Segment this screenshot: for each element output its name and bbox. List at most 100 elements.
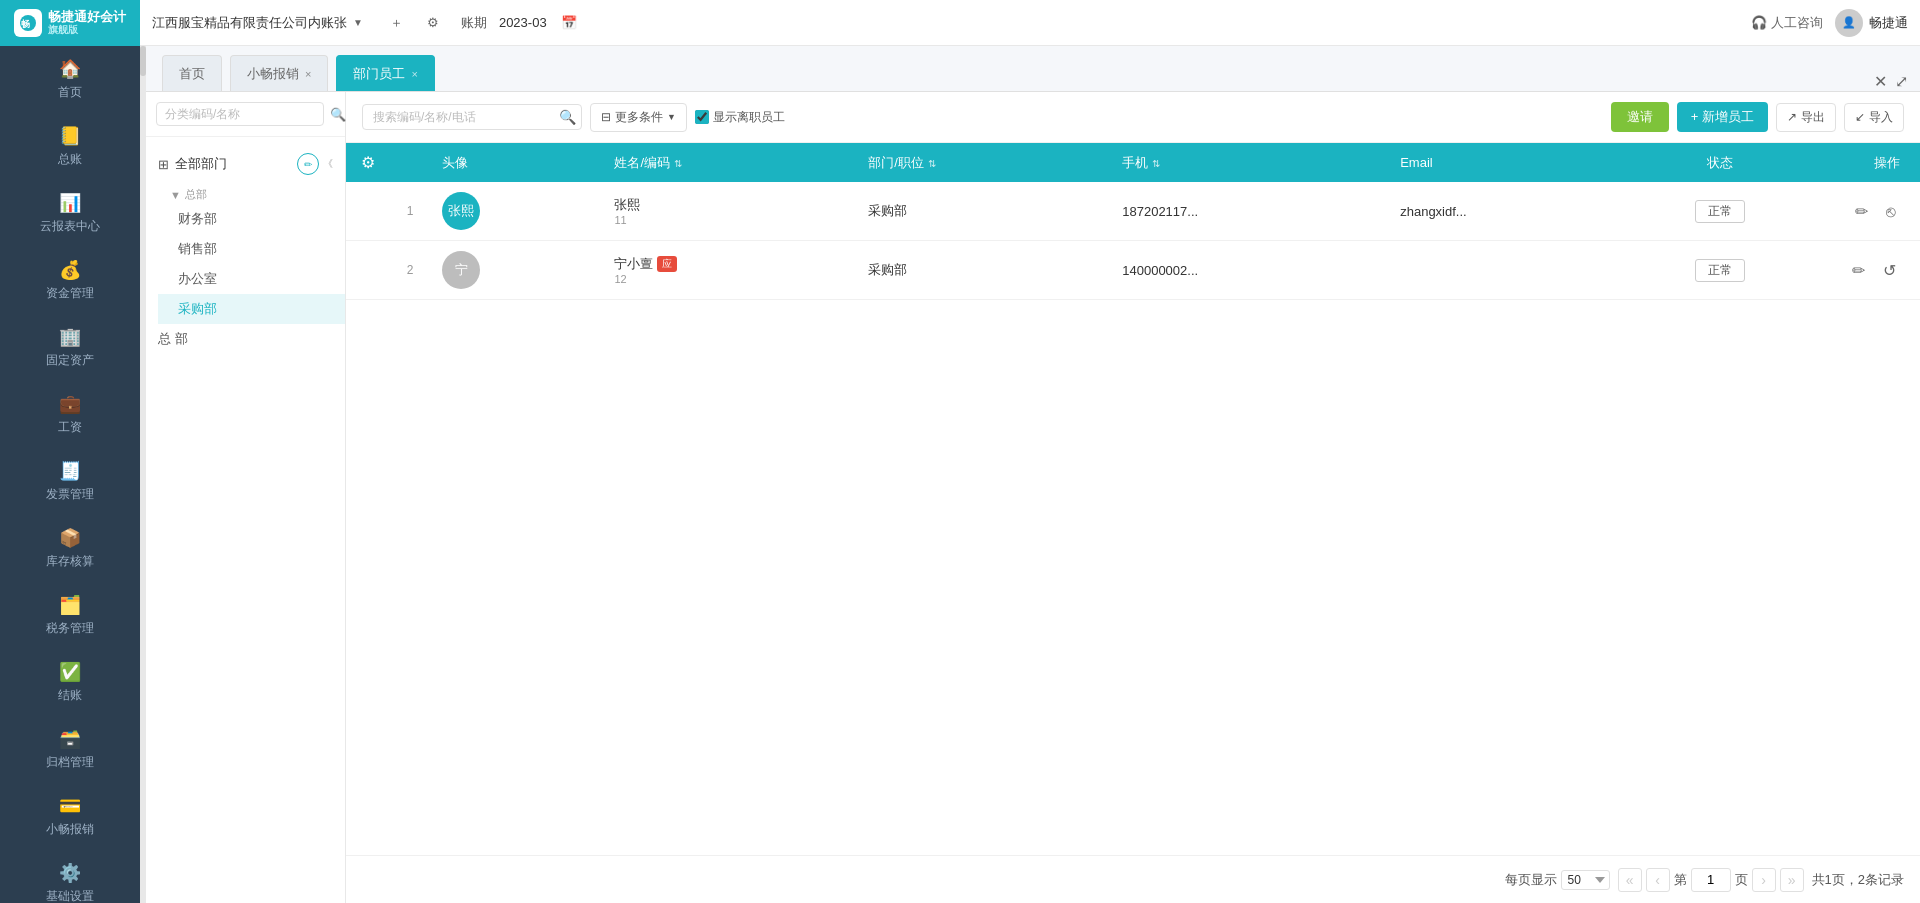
page-input[interactable] bbox=[1691, 868, 1731, 892]
dept-search-icon[interactable]: 🔍 bbox=[330, 107, 346, 122]
th-settings: ⚙ bbox=[346, 143, 390, 182]
dept-node-office[interactable]: 办公室 bbox=[158, 264, 345, 294]
triangle-icon: ▼ bbox=[170, 189, 181, 201]
table-wrap: ⚙ 头像 姓名/编码 ⇅ 部门/职位 ⇅ bbox=[346, 143, 1920, 855]
archive-icon: 🗃️ bbox=[59, 728, 81, 750]
td-action-2: ✏ ↺ bbox=[1800, 241, 1920, 300]
sidebar-label-payroll: 工资 bbox=[58, 419, 82, 436]
sidebar-item-reports[interactable]: 📊 云报表中心 bbox=[0, 180, 140, 247]
filter-chevron-icon: ▼ bbox=[667, 112, 676, 122]
show-resigned-wrap[interactable]: 显示离职员工 bbox=[695, 109, 785, 126]
table-row: 2 宁 宁小亶 bbox=[346, 241, 1920, 300]
dept-collapse-icon[interactable]: 《 bbox=[323, 157, 333, 171]
group-hq-label[interactable]: ▼ 总部 bbox=[158, 183, 345, 204]
sidebar-item-funds[interactable]: 💰 资金管理 bbox=[0, 247, 140, 314]
close-all-tab-button[interactable]: ✕ bbox=[1874, 72, 1887, 91]
dept-node-purchase[interactable]: 采购部 bbox=[158, 294, 345, 324]
calendar-icon[interactable]: 📅 bbox=[555, 9, 583, 37]
import-button[interactable]: ↙ 导入 bbox=[1844, 103, 1904, 132]
first-page-button[interactable]: « bbox=[1618, 868, 1642, 892]
tag-resigned-2: 应 bbox=[657, 256, 677, 272]
maximize-button[interactable]: ⤢ bbox=[1895, 72, 1908, 91]
add-employee-button[interactable]: + 新增员工 bbox=[1677, 102, 1768, 132]
tab-home[interactable]: 首页 bbox=[162, 55, 222, 91]
sort-phone-icon: ⇅ bbox=[1152, 158, 1160, 169]
search-icon[interactable]: 🔍 bbox=[559, 109, 576, 125]
sidebar-item-settings[interactable]: ⚙️ 基础设置 bbox=[0, 850, 140, 903]
sidebar-label-close: 结账 bbox=[58, 687, 82, 704]
last-page-button[interactable]: » bbox=[1780, 868, 1804, 892]
td-avatar-2: 宁 bbox=[430, 241, 602, 300]
td-email-2 bbox=[1388, 241, 1640, 300]
tab-expense[interactable]: 小畅报销 × bbox=[230, 55, 328, 91]
sidebar-item-assets[interactable]: 🏢 固定资产 bbox=[0, 314, 140, 381]
edit-button-2[interactable]: ✏ bbox=[1848, 260, 1869, 281]
logo-text: 畅捷通好会计 旗舰版 bbox=[48, 9, 126, 37]
delete-button-2[interactable]: ↺ bbox=[1879, 260, 1900, 281]
search-input[interactable] bbox=[362, 104, 582, 130]
sidebar-item-ledger[interactable]: 📒 总账 bbox=[0, 113, 140, 180]
per-page-select[interactable]: 50 10 20 100 bbox=[1561, 870, 1610, 890]
show-resigned-checkbox[interactable] bbox=[695, 110, 709, 124]
td-phone-1: 187202117... bbox=[1110, 182, 1388, 241]
user-icon: 👤 bbox=[1842, 16, 1856, 29]
edit-button-1[interactable]: ✏ bbox=[1851, 201, 1872, 222]
tab-home-label: 首页 bbox=[179, 65, 205, 83]
td-check-1 bbox=[346, 182, 390, 241]
sidebar-item-home[interactable]: 🏠 首页 bbox=[0, 46, 140, 113]
th-name-code[interactable]: 姓名/编码 ⇅ bbox=[602, 143, 856, 182]
sidebar-item-payroll[interactable]: 💼 工资 bbox=[0, 381, 140, 448]
avatar-2: 宁 bbox=[442, 251, 480, 289]
sidebar-item-tax[interactable]: 🗂️ 税务管理 bbox=[0, 582, 140, 649]
dept-group-hq: ▼ 总部 财务部 销售部 办公室 采购部 bbox=[146, 183, 345, 324]
tab-dept-staff-close[interactable]: × bbox=[411, 68, 417, 80]
company-name: 江西服宝精品有限责任公司内账张 bbox=[152, 14, 347, 32]
filter-button[interactable]: ⊟ 更多条件 ▼ bbox=[590, 103, 687, 132]
invite-button[interactable]: 邀请 bbox=[1611, 102, 1669, 132]
th-index bbox=[390, 143, 430, 182]
tab-expense-close[interactable]: × bbox=[305, 68, 311, 80]
tabs-bar: 首页 小畅报销 × 部门员工 × ✕ ⤢ bbox=[146, 46, 1920, 92]
tab-dept-staff[interactable]: 部门员工 × bbox=[336, 55, 434, 91]
sidebar-item-inventory[interactable]: 📦 库存核算 bbox=[0, 515, 140, 582]
avatar: 👤 bbox=[1835, 9, 1863, 37]
th-phone[interactable]: 手机 ⇅ bbox=[1110, 143, 1388, 182]
svg-text:畅: 畅 bbox=[21, 19, 30, 29]
add-button[interactable]: ＋ bbox=[383, 9, 411, 37]
company-selector[interactable]: 江西服宝精品有限责任公司内账张 ▼ bbox=[140, 14, 375, 32]
table-settings-icon[interactable]: ⚙ bbox=[361, 154, 375, 171]
sidebar-label-expense: 小畅报销 bbox=[46, 821, 94, 838]
logout-button-1[interactable]: ⎋ bbox=[1882, 201, 1900, 222]
sidebar-item-invoice[interactable]: 🧾 发票管理 bbox=[0, 448, 140, 515]
pagination: 每页显示 50 10 20 100 « ‹ 第 页 bbox=[346, 855, 1920, 903]
toolbar: 🔍 ⊟ 更多条件 ▼ 显示离职员工 邀请 + 新增员工 bbox=[346, 92, 1920, 143]
service-button[interactable]: 🎧 人工咨询 bbox=[1751, 14, 1823, 32]
import-icon: ↙ bbox=[1855, 110, 1865, 124]
dept-node-finance[interactable]: 财务部 bbox=[158, 204, 345, 234]
filter-label: 更多条件 bbox=[615, 109, 663, 126]
user-area[interactable]: 👤 畅捷通 bbox=[1835, 9, 1908, 37]
status-badge-2: 正常 bbox=[1695, 259, 1745, 282]
td-status-1: 正常 bbox=[1640, 182, 1800, 241]
ledger-icon: 📒 bbox=[59, 125, 81, 147]
dept-node-sales[interactable]: 销售部 bbox=[158, 234, 345, 264]
sidebar-label-funds: 资金管理 bbox=[46, 285, 94, 302]
td-dept-1: 采购部 bbox=[856, 182, 1110, 241]
prev-page-button[interactable]: ‹ bbox=[1646, 868, 1670, 892]
th-dept-pos[interactable]: 部门/职位 ⇅ bbox=[856, 143, 1110, 182]
dept-search-input[interactable] bbox=[156, 102, 324, 126]
sidebar-item-archive[interactable]: 🗃️ 归档管理 bbox=[0, 716, 140, 783]
dept-add-button[interactable]: ✏ bbox=[297, 153, 319, 175]
td-index-2: 2 bbox=[390, 241, 430, 300]
settings-button[interactable]: ⚙ bbox=[419, 9, 447, 37]
sidebar-item-expense[interactable]: 💳 小畅报销 bbox=[0, 783, 140, 850]
next-page-button[interactable]: › bbox=[1752, 868, 1776, 892]
sidebar-item-close[interactable]: ✅ 结账 bbox=[0, 649, 140, 716]
page-word-pre: 第 bbox=[1674, 871, 1687, 889]
dept-node-general[interactable]: 总 部 bbox=[146, 324, 345, 354]
expense-icon: 💳 bbox=[59, 795, 81, 817]
tax-icon: 🗂️ bbox=[59, 594, 81, 616]
export-button[interactable]: ↗ 导出 bbox=[1776, 103, 1836, 132]
top-bar: 畅 畅捷通好会计 旗舰版 江西服宝精品有限责任公司内账张 ▼ ＋ ⚙ 账期 20… bbox=[0, 0, 1920, 46]
dept-all-item[interactable]: ⊞ 全部部门 ✏ 《 bbox=[146, 145, 345, 183]
